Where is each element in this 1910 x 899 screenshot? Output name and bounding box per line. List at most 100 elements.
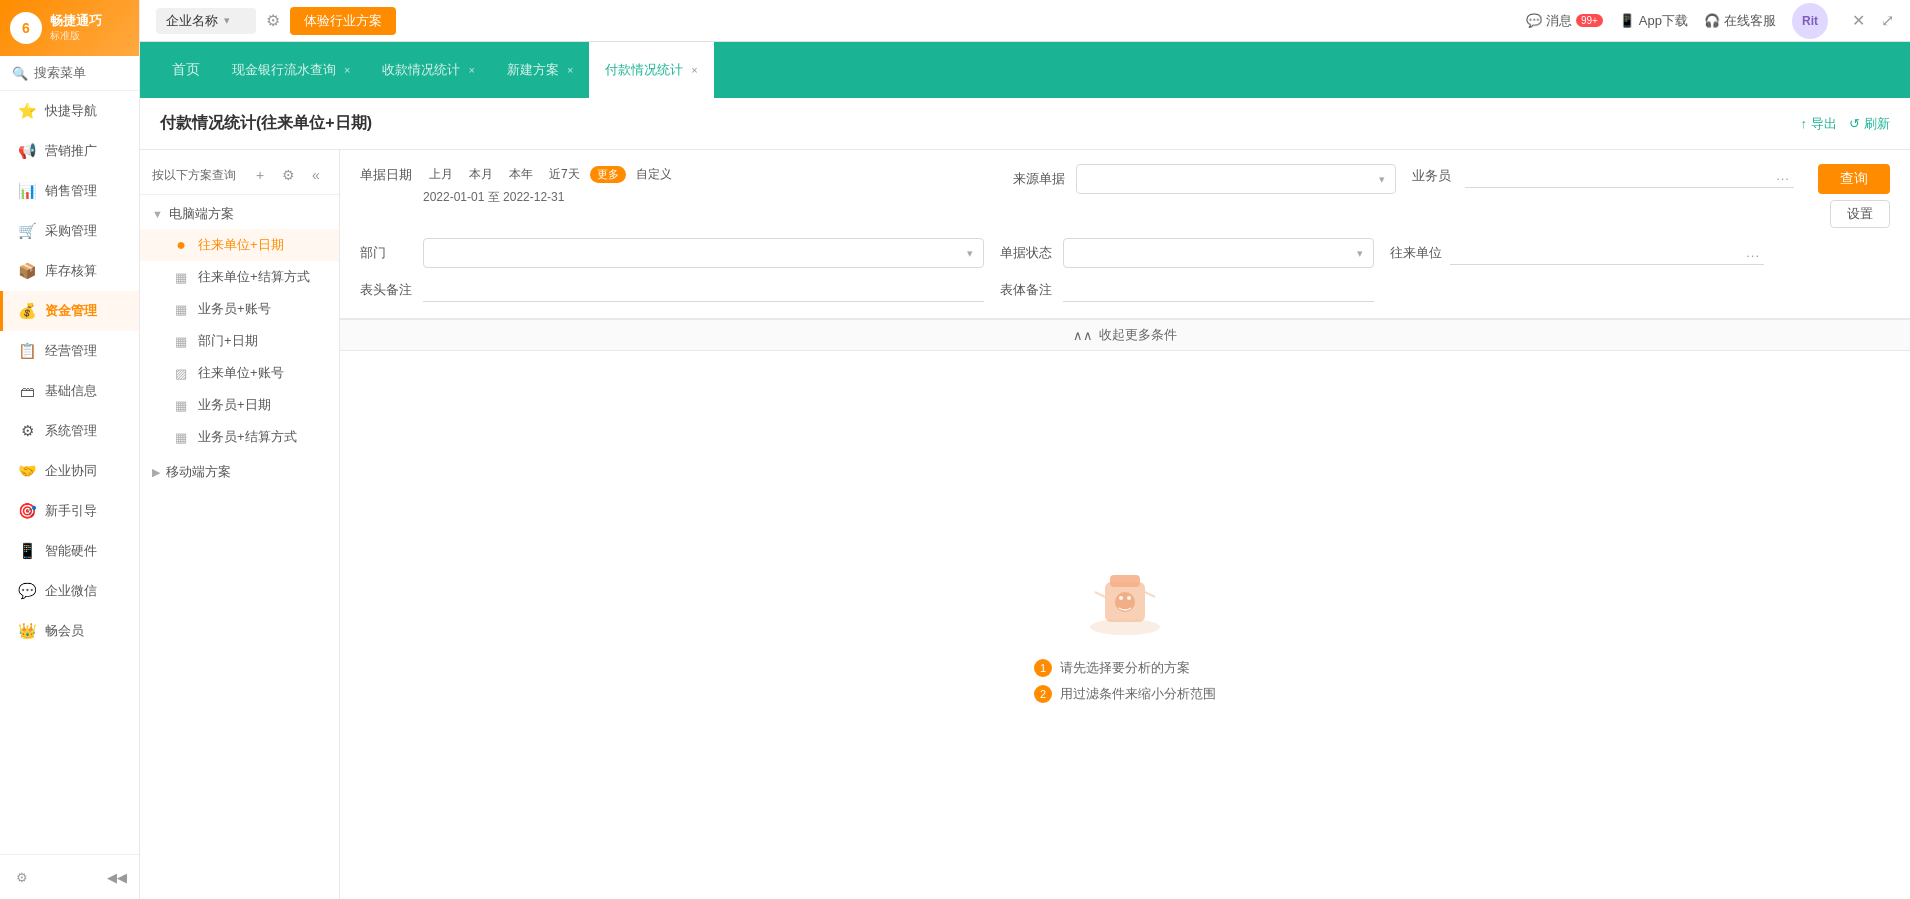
date-opt-more[interactable]: 更多 [590,166,626,183]
sidebar-item-shortcut[interactable]: ⭐ 快捷导航 [0,91,139,131]
sidebar-item-inventory[interactable]: 📦 库存核算 [0,251,139,291]
tab-new-scheme[interactable]: 新建方案 × [491,42,589,98]
tab-payments-label: 付款情况统计 [605,61,683,79]
tip-num-2: 2 [1034,685,1052,703]
sidebar-header[interactable]: 6 畅捷通巧 标准版 [0,0,139,56]
trial-btn[interactable]: 体验行业方案 [290,7,396,35]
company-selector[interactable]: 企业名称 ▾ [156,8,256,34]
search-icon: 🔍 [12,66,28,81]
sidebar-item-hardware[interactable]: 📱 智能硬件 [0,531,139,571]
status-select[interactable]: ▾ [1063,238,1374,268]
scheme-collapse-btn[interactable]: « [305,164,327,186]
tip-text-2: 用过滤条件来缩小分析范围 [1060,685,1216,703]
tab-new-scheme-close[interactable]: × [567,64,573,76]
header-note-input[interactable] [423,278,984,302]
date-opt-last-month[interactable]: 上月 [423,164,459,185]
sidebar-item-label: 销售管理 [45,182,97,200]
tab-payments-close[interactable]: × [691,64,697,76]
desktop-scheme-header[interactable]: ▼ 电脑端方案 [140,199,339,229]
scheme-item-staff-date[interactable]: ▦ 业务员+日期 [140,389,339,421]
tab-payments[interactable]: 付款情况统计 × [589,42,713,98]
tab-bank[interactable]: 现金银行流水查询 × [216,42,366,98]
sidebar-item-label: 库存核算 [45,262,97,280]
scheme-item-unit-settlement[interactable]: ▦ 往来单位+结算方式 [140,261,339,293]
subheader-actions: ↑ 导出 ↺ 刷新 [1801,115,1891,133]
body-note-input[interactable] [1063,278,1374,302]
sidebar-item-coop[interactable]: 🤝 企业协同 [0,451,139,491]
tab-bank-close[interactable]: × [344,64,350,76]
sidebar-item-operations[interactable]: 📋 经营管理 [0,331,139,371]
sidebar-item-label: 智能硬件 [45,542,97,560]
user-avatar[interactable]: Rit [1792,3,1828,39]
source-select[interactable]: ▾ [1076,164,1395,194]
filter-settings-btn[interactable]: 设置 [1830,200,1890,228]
sidebar-item-capital[interactable]: 💰 资金管理 [0,291,139,331]
company-name: 企业名称 [166,12,218,30]
tab-new-scheme-label: 新建方案 [507,61,559,79]
scheme-item-unit-account[interactable]: ▨ 往来单位+账号 [140,357,339,389]
scheme-item-dept-date[interactable]: ▦ 部门+日期 [140,325,339,357]
sales-icon: 📊 [17,181,37,201]
sidebar-item-sales[interactable]: 📊 销售管理 [0,171,139,211]
scheme-icon-3: ▦ [172,332,190,350]
status-arrow-icon: ▾ [1357,247,1363,260]
sidebar-item-member[interactable]: 👑 畅会员 [0,611,139,651]
svg-line-7 [1145,592,1155,597]
scheme-settings-btn[interactable]: ⚙ [277,164,299,186]
scheme-item-label: 业务员+结算方式 [198,428,297,446]
tab-receipts[interactable]: 收款情况统计 × [366,42,490,98]
tab-home[interactable]: 首页 [156,42,216,98]
date-opt-custom[interactable]: 自定义 [630,164,678,185]
operations-icon: 📋 [17,341,37,361]
sidebar-settings-btn[interactable]: ⚙ [8,863,36,891]
sidebar-item-label: 企业微信 [45,582,97,600]
messages-btn[interactable]: 💬 消息 99+ [1526,12,1603,30]
messages-badge: 99+ [1576,14,1603,27]
staff-ellipsis-btn[interactable]: ... [1776,168,1790,183]
unit-ellipsis-btn[interactable]: ... [1746,245,1760,260]
tab-bank-label: 现金银行流水查询 [232,61,336,79]
download-icon: 📱 [1619,13,1635,28]
body-note-label: 表体备注 [1000,281,1055,299]
tab-receipts-close[interactable]: × [468,64,474,76]
sidebar-collapse-btn[interactable]: ◀◀ [103,863,131,891]
scheme-item-staff-settlement[interactable]: ▦ 业务员+结算方式 [140,421,339,453]
refresh-btn[interactable]: ↺ 刷新 [1849,115,1890,133]
date-opt-this-month[interactable]: 本月 [463,164,499,185]
scheme-item-staff-account[interactable]: ▦ 业务员+账号 [140,293,339,325]
sidebar-item-purchase[interactable]: 🛒 采购管理 [0,211,139,251]
sidebar-nav: ⭐ 快捷导航 📢 营销推广 📊 销售管理 🛒 采购管理 📦 库存核算 💰 [0,91,139,854]
dept-select[interactable]: ▾ [423,238,984,268]
maximize-btn[interactable]: ⤢ [1881,11,1894,30]
unit-filter-label: 往来单位 [1390,244,1442,262]
empty-tips: 1 请先选择要分析的方案 2 用过滤条件来缩小分析范围 [1034,659,1216,703]
dept-arrow-icon: ▾ [967,247,973,260]
close-btn[interactable]: ✕ [1852,11,1865,30]
collapse-more-conditions[interactable]: ∧∧ 收起更多条件 [340,319,1910,351]
settings-gear-icon[interactable]: ⚙ [266,11,280,30]
date-opt-this-year[interactable]: 本年 [503,164,539,185]
sidebar-item-wechat[interactable]: 💬 企业微信 [0,571,139,611]
date-opt-7days[interactable]: 近7天 [543,164,586,185]
online-service-btn[interactable]: 🎧 在线客服 [1704,12,1776,30]
shortcut-icon: ⭐ [17,101,37,121]
page-title: 付款情况统计(往来单位+日期) [160,113,1789,134]
query-btn[interactable]: 查询 [1818,164,1890,194]
scheme-icon-2: ▦ [172,300,190,318]
member-icon: 👑 [17,621,37,641]
search-label: 搜索菜单 [34,64,86,82]
export-btn[interactable]: ↑ 导出 [1801,115,1838,133]
add-scheme-btn[interactable]: + [249,164,271,186]
scheme-item-unit-date[interactable]: ● 往来单位+日期 [140,229,339,261]
search-menu[interactable]: 🔍 搜索菜单 [0,56,139,91]
sidebar-item-guide[interactable]: 🎯 新手引导 [0,491,139,531]
app-title-area: 畅捷通巧 标准版 [50,13,102,43]
sidebar-item-label: 采购管理 [45,222,97,240]
app-download-btn[interactable]: 📱 App下载 [1619,12,1688,30]
sidebar-item-marketing[interactable]: 📢 营销推广 [0,131,139,171]
sidebar-item-basic[interactable]: 🗃 基础信息 [0,371,139,411]
scheme-icon-1: ▦ [172,268,190,286]
sidebar-item-system[interactable]: ⚙ 系统管理 [0,411,139,451]
mobile-scheme-header[interactable]: ▶ 移动端方案 [140,457,339,487]
app-subtitle: 标准版 [50,29,102,43]
